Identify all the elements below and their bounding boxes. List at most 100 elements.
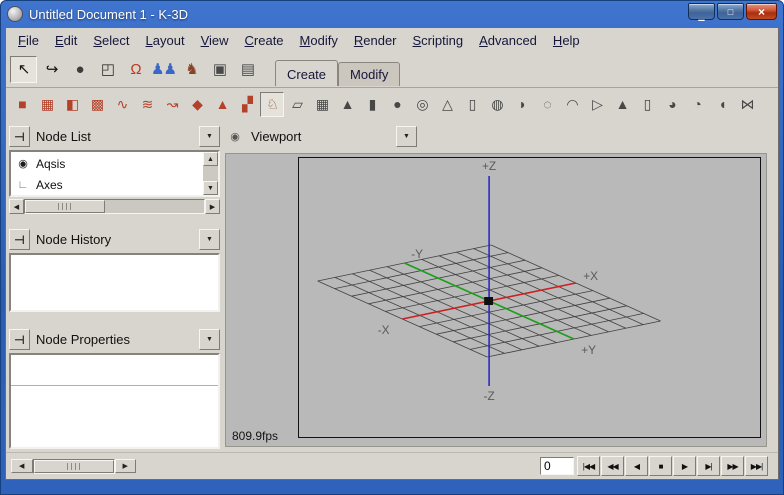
rotate-view-button[interactable]: ● (66, 56, 93, 83)
render-frame-button[interactable]: ▤ (234, 56, 261, 83)
mascot-button[interactable]: ♞ (178, 56, 205, 83)
polyhedron-block-button[interactable]: ◧ (60, 92, 84, 117)
origin-marker (484, 297, 494, 305)
previous-key-button[interactable]: ◀◀ (601, 456, 624, 476)
scrollbar-thumb[interactable] (33, 459, 114, 473)
node-history-dropdown-button[interactable]: ▼ (199, 229, 220, 250)
hemisphere-button[interactable]: ◗ (510, 92, 534, 117)
community-button[interactable]: ♟♟ (150, 56, 177, 83)
node-list-pin-button[interactable]: ⊣ (9, 126, 30, 147)
maximize-button[interactable]: □ (717, 3, 744, 20)
main-toolbar: ↖ ↪ ● ◰ Ω ♟♟ ♞ ▣ ▤ Create Modify (6, 52, 778, 88)
scroll-left-button[interactable]: ◀ (9, 199, 24, 214)
scroll-right-button[interactable]: ▶ (205, 199, 220, 214)
cylinder-button[interactable]: ▯ (460, 92, 484, 117)
node-list: ◉ Aqsis ∟ Axes ▲ ▼ (9, 150, 220, 197)
curve-button[interactable]: ∿ (110, 92, 134, 117)
menu-item[interactable]: Select (85, 30, 137, 51)
nurbs-torus-button[interactable]: ◖ (710, 92, 734, 117)
scroll-left-button[interactable]: ◀ (11, 458, 33, 473)
menu-item[interactable]: Render (346, 30, 405, 51)
menu-item[interactable]: Layout (138, 30, 193, 51)
polyhedron-cube-button[interactable]: ■ (10, 92, 34, 117)
bilinear-patch-button[interactable]: ⋈ (735, 92, 759, 117)
paraboloid-button[interactable]: ◠ (560, 92, 584, 117)
node-properties-pin-button[interactable]: ⊣ (9, 329, 30, 350)
poly-cone-button[interactable]: ▲ (335, 92, 359, 117)
select-tool-button[interactable]: ↖ (10, 56, 37, 83)
scroll-up-button[interactable]: ▲ (203, 152, 218, 166)
menu-item[interactable]: Advanced (471, 30, 545, 51)
tab-modify[interactable]: Modify (338, 62, 401, 86)
menu-item[interactable]: View (193, 30, 237, 51)
menu-item[interactable]: Modify (292, 30, 346, 51)
tab-create[interactable]: Create (275, 60, 339, 86)
cone-button[interactable]: △ (435, 92, 459, 117)
node-list-hscrollbar[interactable]: ◀ ▶ (9, 199, 220, 214)
polyhedron-cubes-button[interactable]: ▦ (35, 92, 59, 117)
stop-button[interactable]: ■ (649, 456, 672, 476)
sphere-button[interactable]: ◍ (485, 92, 509, 117)
minimize-button[interactable]: ▁ (688, 3, 715, 21)
red-cone-button[interactable]: ▲ (210, 92, 234, 117)
last-frame-button[interactable]: ▶▶| (745, 456, 768, 476)
scroll-down-button[interactable]: ▼ (203, 181, 218, 195)
menu-item[interactable]: Edit (47, 30, 85, 51)
next-frame-button[interactable]: ▶| (697, 456, 720, 476)
poly-torus-button[interactable]: ◎ (410, 92, 434, 117)
node-properties-dropdown-button[interactable]: ▼ (199, 329, 220, 350)
node-properties-list[interactable] (9, 353, 220, 449)
node-list-item[interactable]: ◉ Aqsis (12, 153, 202, 174)
render-preview-button[interactable]: ▣ (206, 56, 233, 83)
timeline-hscrollbar[interactable]: ◀ ▶ (11, 458, 136, 474)
polyline-button[interactable]: ≋ (135, 92, 159, 117)
mascot-create-button[interactable]: ♘ (260, 91, 284, 117)
node-list-item[interactable]: ∟ Axes (12, 174, 202, 195)
window-title: Untitled Document 1 - K-3D (29, 6, 188, 22)
axis-label-x-neg: -X (378, 323, 390, 337)
menu-item[interactable]: Help (545, 30, 588, 51)
node-history-pin-button[interactable]: ⊣ (9, 229, 30, 250)
poly-cylinder-button[interactable]: ▮ (360, 92, 384, 117)
axis-label-x-pos: +X (583, 269, 598, 283)
next-key-button[interactable]: ▶▶ (721, 456, 744, 476)
previous-frame-button[interactable]: ◀ (625, 456, 648, 476)
viewport-canvas[interactable]: +Z -Z +X -X +Y -Y 809.9fps (225, 153, 767, 447)
nurbs-cone-button[interactable]: ▲ (610, 92, 634, 117)
grid-button[interactable]: ▦ (310, 92, 334, 117)
poly-sphere-button[interactable]: ● (385, 92, 409, 117)
menu-item[interactable]: Create (237, 30, 292, 51)
scale-tool-button[interactable]: ◰ (94, 56, 121, 83)
disk-button[interactable]: ◌ (535, 92, 559, 117)
snap-button[interactable]: Ω (122, 56, 149, 83)
titlebar[interactable]: Untitled Document 1 - K-3D ▁ □ × (5, 1, 779, 27)
frame-entry[interactable] (540, 457, 574, 475)
axes-icon: ∟ (17, 178, 29, 191)
node-history-list[interactable] (9, 253, 220, 312)
play-button[interactable]: ▶ (673, 456, 696, 476)
plane-button[interactable]: ▱ (285, 92, 309, 117)
chevron-down-icon: ▼ (206, 336, 213, 343)
viewport-dropdown-button[interactable]: ▼ (396, 126, 417, 147)
node-list-dropdown-button[interactable]: ▼ (199, 126, 220, 147)
arrow-curve-button[interactable]: ↝ (160, 92, 184, 117)
nurbs-sphere-button[interactable]: ◕ (660, 92, 684, 117)
nurbs-circle-button[interactable]: ◔ (685, 92, 709, 117)
chevron-down-icon: ▼ (403, 133, 410, 140)
close-button[interactable]: × (746, 3, 777, 20)
nurbs-cylinder-button[interactable]: ▯ (635, 92, 659, 117)
star-button[interactable]: ◆ (185, 92, 209, 117)
move-tool-button[interactable]: ↪ (38, 56, 65, 83)
first-frame-button[interactable]: |◀◀ (577, 456, 600, 476)
menu-item[interactable]: Scripting (405, 30, 472, 51)
node-properties-title: Node Properties (36, 332, 130, 347)
pin-icon: ⊣ (14, 129, 25, 144)
scrollbar-thumb[interactable] (25, 200, 105, 213)
scroll-right-button[interactable]: ▶ (114, 458, 136, 473)
node-list-item-label: Aqsis (36, 156, 66, 171)
mesh-button[interactable]: ▞ (235, 92, 259, 117)
menu-item[interactable]: File (10, 30, 47, 51)
node-list-vscrollbar[interactable]: ▲ ▼ (203, 152, 218, 195)
hyperboloid-button[interactable]: ▷ (585, 92, 609, 117)
polyhedron-grid-button[interactable]: ▩ (85, 92, 109, 117)
